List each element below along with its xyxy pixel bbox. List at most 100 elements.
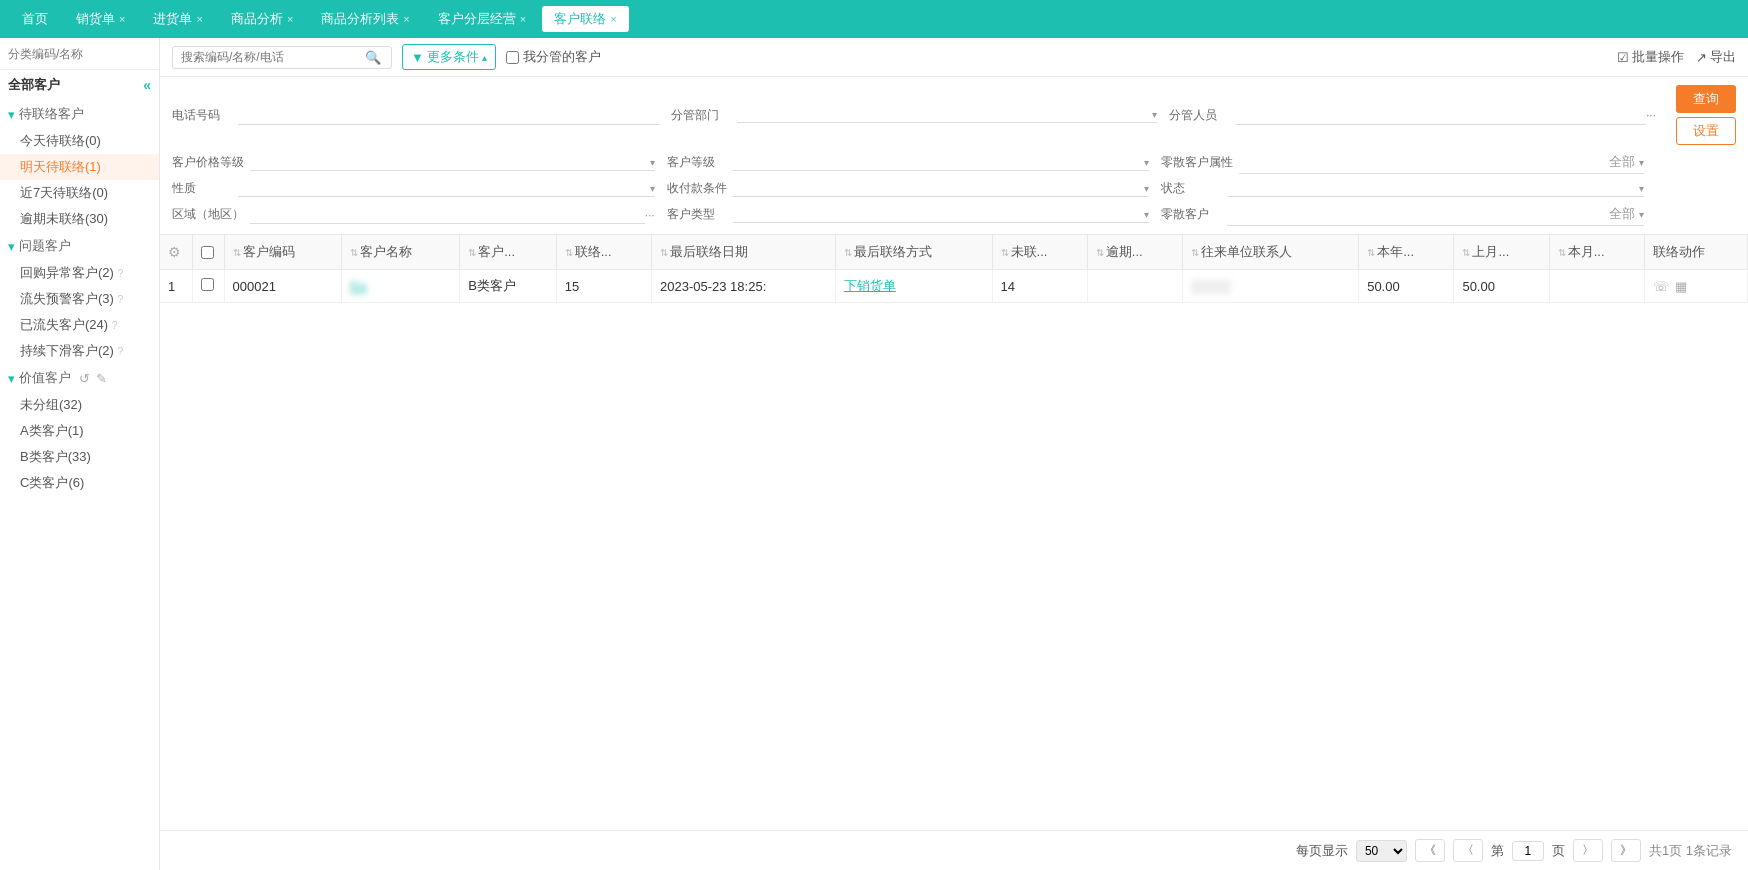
filter-btn[interactable]: ▼ 更多条件 ▴ xyxy=(402,44,496,70)
batch-op-btn[interactable]: ☑ 批量操作 xyxy=(1617,48,1684,66)
nav-customer-contact-close[interactable]: × xyxy=(610,13,616,25)
search-icon[interactable]: 🔍 xyxy=(365,50,381,65)
top-navigation: 首页 销货单 × 进货单 × 商品分析 × 商品分析列表 × 客户分层经营 × … xyxy=(0,0,1748,38)
filter-dept-select[interactable]: ▾ xyxy=(737,107,1158,123)
nav-product-analysis-close[interactable]: × xyxy=(287,13,293,25)
my-customers-checkbox[interactable] xyxy=(506,51,519,64)
nav-product-list[interactable]: 商品分析列表 × xyxy=(309,6,421,32)
customer-code: 000021 xyxy=(233,279,276,294)
problem-group-triangle: ▾ xyxy=(8,239,15,254)
nav-purchase[interactable]: 进货单 × xyxy=(141,6,214,32)
sidebar-item-7days[interactable]: 近7天待联络(0) xyxy=(0,180,159,206)
sidebar-all-customers[interactable]: 全部客户 « xyxy=(0,70,159,100)
filter-type-select[interactable]: ▾ xyxy=(733,207,1150,223)
pending-group-label: 待联络客户 xyxy=(19,105,84,123)
nav-customer-contact-label: 客户联络 xyxy=(554,10,606,28)
sidebar-item-tomorrow[interactable]: 明天待联络(1) xyxy=(0,154,159,180)
nav-customer-contact[interactable]: 客户联络 × xyxy=(542,6,628,32)
last-page-btn[interactable]: 》 xyxy=(1611,839,1641,862)
filter-row-1: 电话号码 分管部门 ▾ 分管人员 ··· 查询 设置 xyxy=(172,85,1736,145)
th-name-sort-icon: ⇅ xyxy=(350,247,358,258)
total-text: 共1页 1条记录 xyxy=(1649,842,1732,860)
nav-product-list-close[interactable]: × xyxy=(403,13,409,25)
sidebar-group-problem[interactable]: ▾ 问题客户 xyxy=(0,232,159,260)
filter-retail-customer-dropdown-icon: ▾ xyxy=(1639,209,1644,220)
td-uncontact: 14 xyxy=(992,270,1087,303)
sidebar-item-today[interactable]: 今天待联络(0) xyxy=(0,128,159,154)
th-actions-label: 联络动作 xyxy=(1653,243,1705,261)
nav-sales[interactable]: 销货单 × xyxy=(64,6,137,32)
sidebar-group-pending[interactable]: ▾ 待联络客户 xyxy=(0,100,159,128)
filter-region-dots[interactable]: ··· xyxy=(645,208,655,222)
filter-retail-attr-label: 零散客户属性 xyxy=(1161,154,1233,171)
filter-phone-input[interactable] xyxy=(238,106,659,125)
page-label: 第 xyxy=(1491,842,1504,860)
th-related-label: 往来单位联系人 xyxy=(1201,243,1292,261)
filter-retail-attr-select[interactable]: 全部 ▾ xyxy=(1239,151,1644,174)
sidebar-collapse-icon[interactable]: « xyxy=(143,77,151,93)
sidebar-item-overdue[interactable]: 逾期未联络(30) xyxy=(0,206,159,232)
page-end-label: 页 xyxy=(1552,842,1565,860)
sidebar-item-declining[interactable]: 持续下滑客户(2) ? xyxy=(0,338,159,364)
filter-retail-customer-label: 零散客户 xyxy=(1161,206,1221,223)
sidebar-item-classA[interactable]: A类客户(1) xyxy=(0,418,159,444)
nav-purchase-close[interactable]: × xyxy=(196,13,202,25)
right-actions: ☑ 批量操作 ↗ 导出 xyxy=(1617,48,1736,66)
page-size-select[interactable]: 50 10 20 100 xyxy=(1356,840,1407,862)
td-code: 000021 xyxy=(224,270,342,303)
tip-icon-4: ? xyxy=(117,345,123,357)
nav-customer-tier-close[interactable]: × xyxy=(520,13,526,25)
search-bar: 🔍 ▼ 更多条件 ▴ 我分管的客户 ☑ 批量操作 ↗ 导出 xyxy=(160,38,1748,77)
set-button[interactable]: 设置 xyxy=(1676,117,1736,145)
nav-product-analysis[interactable]: 商品分析 × xyxy=(219,6,305,32)
row-checkbox[interactable] xyxy=(201,278,214,291)
filter-nature-select[interactable]: ▾ xyxy=(238,181,655,197)
table-area: ⚙ ⇅ 客户编码 xyxy=(160,235,1748,830)
filter-region-input[interactable] xyxy=(250,205,645,224)
td-last-month: 50.00 xyxy=(1454,270,1549,303)
nav-home[interactable]: 首页 xyxy=(10,6,60,32)
sidebar-item-classB[interactable]: B类客户(33) xyxy=(0,444,159,470)
sidebar-item-lostwarning[interactable]: 流失预警客户(3) ? xyxy=(0,286,159,312)
sidebar-item-repurchase-abnormal[interactable]: 回购异常客户(2) ? xyxy=(0,260,159,286)
filter-customer-grade-select[interactable]: ▾ xyxy=(733,155,1150,171)
filter-status-select[interactable]: ▾ xyxy=(1227,181,1644,197)
gear-icon[interactable]: ⚙ xyxy=(168,244,181,260)
customer-name[interactable]: Ea xyxy=(350,279,366,294)
filter-payment-select[interactable]: ▾ xyxy=(733,181,1150,197)
filter-person-input[interactable] xyxy=(1235,106,1646,125)
sidebar-item-lost-label: 已流失客户(24) xyxy=(20,317,108,332)
search-input[interactable] xyxy=(181,50,361,64)
row-action-phone-icon[interactable]: ☏ xyxy=(1653,279,1669,294)
filter-price-grade-select[interactable]: ▾ xyxy=(250,155,655,171)
current-page-input[interactable] xyxy=(1512,841,1544,861)
first-page-btn[interactable]: 《 xyxy=(1415,839,1445,862)
nav-customer-tier[interactable]: 客户分层经营 × xyxy=(426,6,538,32)
value-group-refresh-icon[interactable]: ↺ xyxy=(79,371,90,386)
th-uncontact: ⇅ 未联... xyxy=(992,235,1087,270)
my-customers-checkbox-label[interactable]: 我分管的客户 xyxy=(506,48,601,66)
select-all-checkbox[interactable] xyxy=(201,246,214,259)
th-type-label: 客户... xyxy=(478,243,515,261)
filter-type-dropdown-icon: ▾ xyxy=(1144,209,1149,220)
sidebar-item-unclassified[interactable]: 未分组(32) xyxy=(0,392,159,418)
filter-retail-customer-select[interactable]: 全部 ▾ xyxy=(1227,203,1644,226)
nav-sales-close[interactable]: × xyxy=(119,13,125,25)
sidebar-group-value[interactable]: ▾ 价值客户 ↺ ✎ xyxy=(0,364,159,392)
query-button[interactable]: 查询 xyxy=(1676,85,1736,113)
sidebar-item-lostwarning-label: 流失预警客户(3) xyxy=(20,291,114,306)
nav-purchase-label: 进货单 xyxy=(153,10,192,28)
next-page-btn[interactable]: 〉 xyxy=(1573,839,1603,862)
export-btn[interactable]: ↗ 导出 xyxy=(1696,48,1736,66)
filter-dept-dropdown-icon: ▾ xyxy=(1152,109,1157,120)
filter-person-dots[interactable]: ··· xyxy=(1646,108,1656,122)
td-overdue xyxy=(1087,270,1182,303)
row-action-grid-icon[interactable]: ▦ xyxy=(1675,279,1687,294)
prev-page-btn[interactable]: 〈 xyxy=(1453,839,1483,862)
sidebar-item-classC[interactable]: C类客户(6) xyxy=(0,470,159,496)
last-contact-method[interactable]: 下销货单 xyxy=(844,278,896,293)
filter-retail-attr-dropdown-icon: ▾ xyxy=(1639,157,1644,168)
value-group-edit-icon[interactable]: ✎ xyxy=(96,371,107,386)
sidebar-item-lost[interactable]: 已流失客户(24) ? xyxy=(0,312,159,338)
sidebar-search-input[interactable] xyxy=(8,47,158,61)
